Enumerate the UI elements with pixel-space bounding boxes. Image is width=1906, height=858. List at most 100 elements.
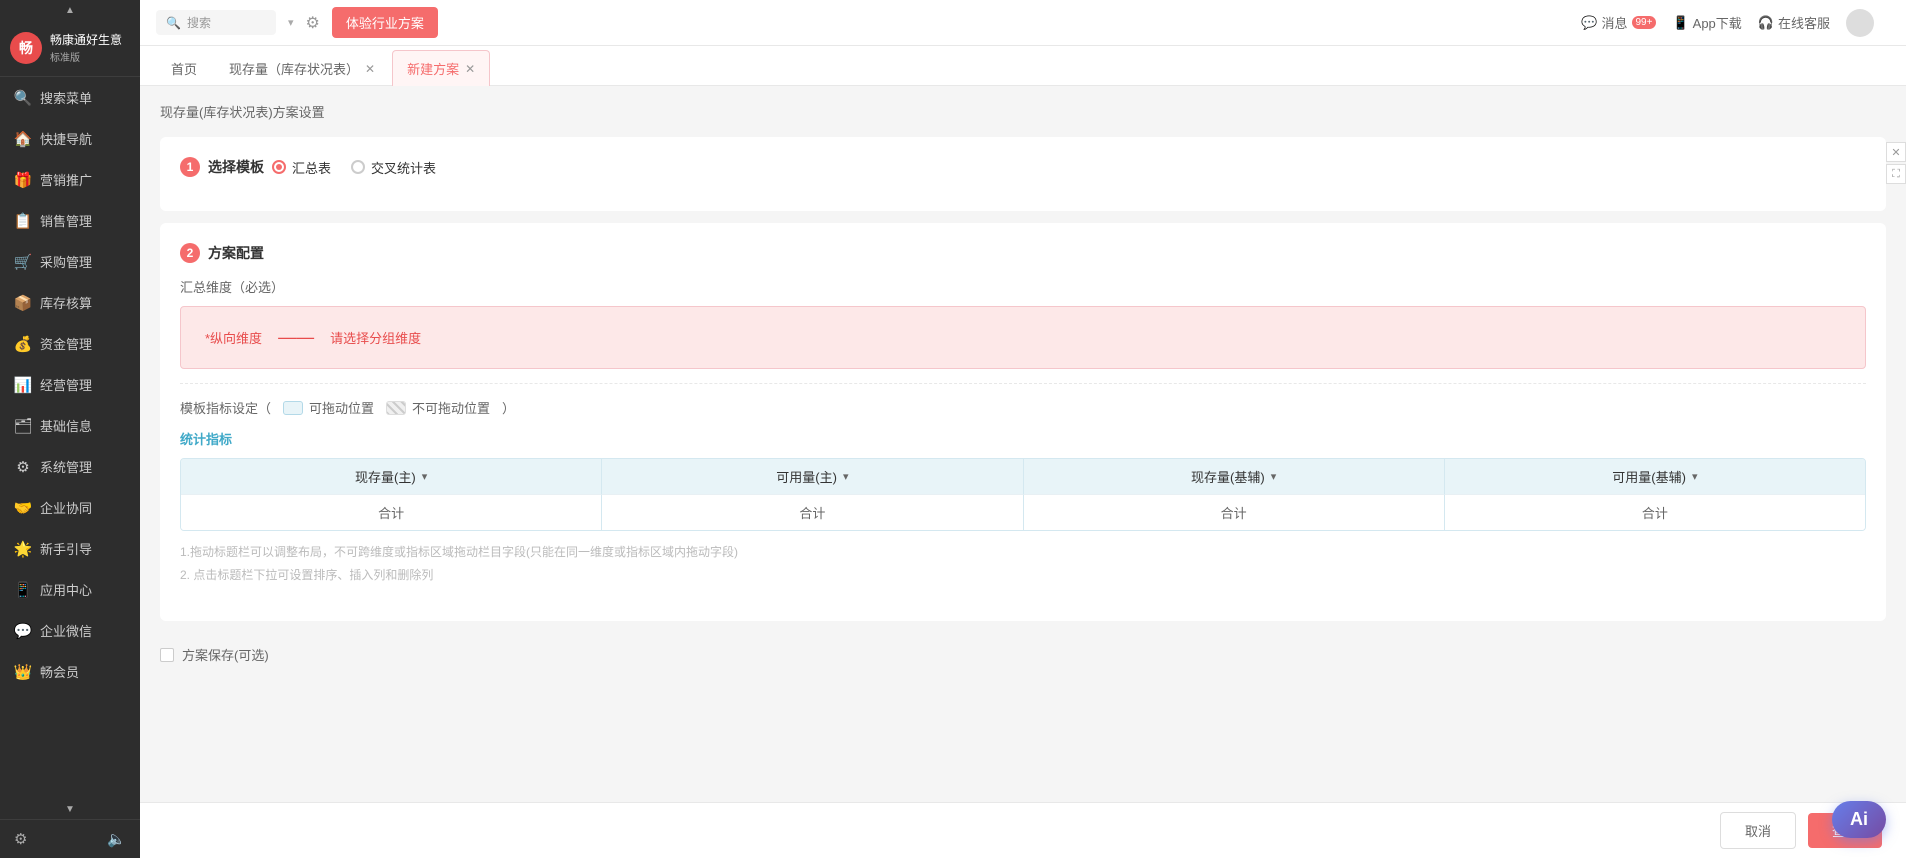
- legend-non-draggable: 不可拖动位置: [386, 398, 490, 417]
- sidebar-item-member[interactable]: 👑 畅会员: [0, 651, 140, 692]
- sidebar-item-label: 畅会员: [40, 662, 79, 681]
- sidebar-item-newcomer[interactable]: 🌟 新手引导: [0, 528, 140, 569]
- online-service-btn[interactable]: 🎧 在线客服: [1758, 13, 1830, 32]
- step2-card: 2 方案配置 汇总维度（必选） *纵向维度 —— 请选择分组维度 模板指标设定（…: [160, 223, 1886, 621]
- sidebar-item-label: 企业微信: [40, 621, 92, 640]
- legend-draggable-box: [283, 401, 303, 415]
- sidebar-scroll-up[interactable]: ▲: [0, 0, 140, 20]
- online-service-label: 在线客服: [1778, 13, 1830, 32]
- sidebar-logo: 畅 畅康通好生意 标准版: [0, 20, 140, 77]
- audio-icon[interactable]: 🔈: [107, 830, 126, 848]
- tab-home[interactable]: 首页: [156, 50, 212, 86]
- tab-new-plan-close[interactable]: ✕: [465, 63, 475, 75]
- step1-card: 1 选择模板 汇总表 交叉统计表: [160, 137, 1886, 211]
- member-icon: 👑: [14, 663, 32, 681]
- app-download-label: App下载: [1693, 13, 1742, 32]
- sidebar-item-purchase[interactable]: 🛒 采购管理: [0, 241, 140, 282]
- col-body-1: 合计: [602, 494, 1023, 530]
- sidebar-scroll-down[interactable]: ▼: [0, 799, 140, 819]
- system-icon: ⚙: [14, 458, 32, 476]
- col-chevron-2[interactable]: ▾: [1271, 470, 1277, 483]
- topbar-gear-icon[interactable]: ⚙: [306, 13, 320, 33]
- settings-icon[interactable]: ⚙: [14, 830, 27, 848]
- operations-icon: 📊: [14, 376, 32, 394]
- tab-new-plan-label: 新建方案: [407, 59, 459, 78]
- sidebar-item-label: 基础信息: [40, 416, 92, 435]
- tab-inventory-status-close[interactable]: ✕: [365, 63, 375, 75]
- col-body-3: 合计: [1445, 494, 1865, 530]
- step2-header: 2 方案配置: [180, 243, 1866, 263]
- message-btn[interactable]: 💬 消息 99+: [1581, 13, 1656, 32]
- sidebar-item-sales[interactable]: 📋 销售管理: [0, 200, 140, 241]
- col-chevron-0[interactable]: ▾: [422, 470, 428, 483]
- message-badge: 99+: [1632, 16, 1657, 29]
- legend-draggable: 可拖动位置: [283, 398, 374, 417]
- dimension-required-text: *纵向维度: [205, 328, 262, 347]
- sidebar-item-quick-nav[interactable]: 🏠 快捷导航: [0, 118, 140, 159]
- cancel-button[interactable]: 取消: [1720, 812, 1796, 849]
- sidebar-item-operations[interactable]: 📊 经营管理: [0, 364, 140, 405]
- col-label-1: 可用量(主): [776, 467, 837, 486]
- indicator-settings-row: 模板指标设定（ 可拖动位置 不可拖动位置 ）: [180, 398, 1866, 417]
- ai-fab-button[interactable]: Ai: [1832, 801, 1886, 838]
- sidebar-item-basic-info[interactable]: 🗂 基础信息: [0, 405, 140, 446]
- col-header-0[interactable]: 现存量(主) ▾: [181, 459, 602, 494]
- collapse-up-btn[interactable]: ✕: [1886, 142, 1906, 162]
- radio-summary[interactable]: 汇总表: [272, 158, 331, 177]
- sidebar-item-app-center[interactable]: 📱 应用中心: [0, 569, 140, 610]
- wechat-icon: 💬: [14, 622, 32, 640]
- sidebar-item-label: 采购管理: [40, 252, 92, 271]
- col-chevron-1[interactable]: ▾: [843, 470, 849, 483]
- indicator-settings-suffix: ）: [502, 398, 515, 417]
- radio-summary-circle: [272, 160, 286, 174]
- topbar-search-box[interactable]: 🔍 搜索: [156, 10, 276, 35]
- indicator-settings-label: 模板指标设定（: [180, 398, 271, 417]
- app-name-block: 畅康通好生意 标准版: [50, 32, 122, 64]
- topbar-right: 💬 消息 99+ 📱 App下载 🎧 在线客服: [1581, 9, 1890, 37]
- col-body-0: 合计: [181, 494, 602, 530]
- sidebar-item-system[interactable]: ⚙ 系统管理: [0, 446, 140, 487]
- basic-info-icon: 🗂: [14, 417, 32, 435]
- user-avatar[interactable]: [1846, 9, 1874, 37]
- app-download-btn[interactable]: 📱 App下载: [1672, 13, 1741, 32]
- radio-cross-circle: [351, 160, 365, 174]
- sidebar-item-label: 经营管理: [40, 375, 92, 394]
- col-summary-0: 合计: [378, 503, 404, 522]
- message-icon: 💬: [1581, 15, 1597, 31]
- sidebar-item-marketing[interactable]: 🎁 营销推广: [0, 159, 140, 200]
- col-label-0: 现存量(主): [355, 467, 416, 486]
- col-header-2[interactable]: 现存量(基辅) ▾: [1024, 459, 1445, 494]
- col-header-1[interactable]: 可用量(主) ▾: [602, 459, 1023, 494]
- save-label: 方案保存(可选): [182, 645, 269, 664]
- sidebar-item-inventory[interactable]: 📦 库存核算: [0, 282, 140, 323]
- save-row: 方案保存(可选): [160, 633, 1886, 676]
- tab-new-plan[interactable]: 新建方案 ✕: [392, 50, 490, 86]
- sidebar-item-enterprise[interactable]: 🤝 企业协同: [0, 487, 140, 528]
- enterprise-icon: 🤝: [14, 499, 32, 517]
- sidebar: ▲ 畅 畅康通好生意 标准版 🔍 搜索菜单 🏠 快捷导航 🎁 营销推广 📋 销售…: [0, 0, 140, 858]
- expand-btn[interactable]: ⛶: [1886, 164, 1906, 184]
- step1-badge: 1: [180, 157, 200, 177]
- topbar-dropdown-icon[interactable]: ▾: [288, 16, 294, 29]
- radio-cross[interactable]: 交叉统计表: [351, 158, 436, 177]
- tab-inventory-status[interactable]: 现存量（库存状况表） ✕: [214, 50, 390, 86]
- col-chevron-3[interactable]: ▾: [1692, 470, 1698, 483]
- save-checkbox[interactable]: [160, 648, 174, 662]
- sidebar-item-finance[interactable]: 💰 资金管理: [0, 323, 140, 364]
- step1-title: 选择模板: [208, 157, 264, 177]
- dimension-placeholder[interactable]: 请选择分组维度: [330, 328, 421, 347]
- newcomer-icon: 🌟: [14, 540, 32, 558]
- step2-badge: 2: [180, 243, 200, 263]
- quick-nav-icon: 🏠: [14, 130, 32, 148]
- footer: 取消 查询: [140, 802, 1906, 858]
- sidebar-item-search-menu[interactable]: 🔍 搜索菜单: [0, 77, 140, 118]
- tab-home-label: 首页: [171, 59, 197, 78]
- inventory-icon: 📦: [14, 294, 32, 312]
- tip-0: 1.拖动标题栏可以调整布局，不可跨维度或指标区域拖动栏目字段(只能在同一维度或指…: [180, 543, 1866, 560]
- marketing-icon: 🎁: [14, 171, 32, 189]
- trial-btn[interactable]: 体验行业方案: [332, 7, 438, 38]
- col-header-3[interactable]: 可用量(基辅) ▾: [1445, 459, 1865, 494]
- sidebar-item-wechat[interactable]: 💬 企业微信: [0, 610, 140, 651]
- main-area: 🔍 搜索 ▾ ⚙ 体验行业方案 💬 消息 99+ 📱 App下载 🎧 在线客服: [140, 0, 1906, 858]
- stat-table-header: 现存量(主) ▾ 可用量(主) ▾ 现存量(基辅) ▾ 可用量(基辅) ▾: [181, 459, 1865, 494]
